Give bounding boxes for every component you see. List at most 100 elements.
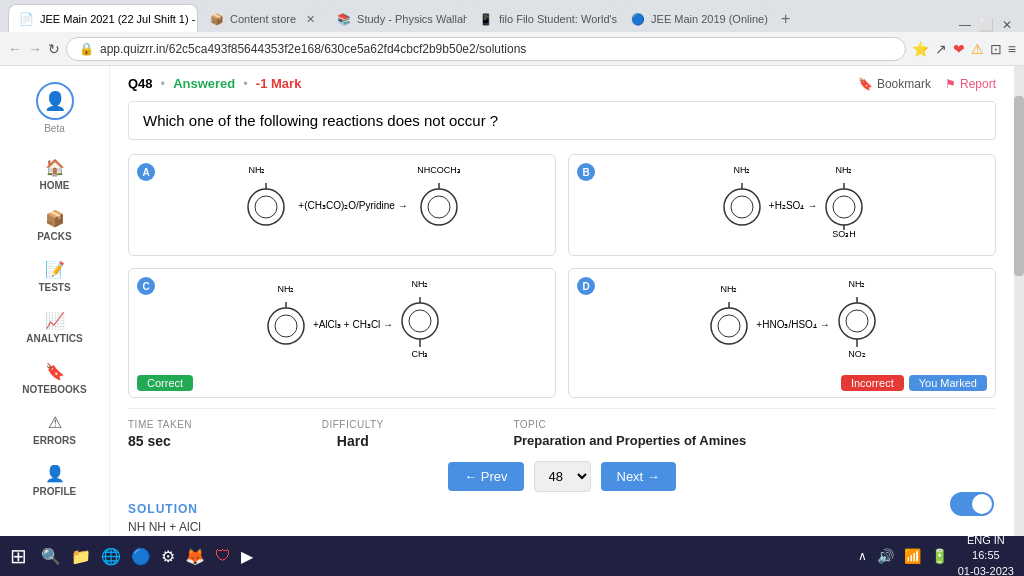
topic-value: Preparation and Properties of Amines	[513, 433, 746, 448]
option-b[interactable]: B NH₂ +H₂SO₄ → NH₂ SO₃H	[568, 154, 996, 256]
refresh-btn[interactable]: ↻	[48, 41, 60, 57]
svg-point-14	[833, 196, 855, 218]
speaker-icon[interactable]: 🔊	[877, 548, 894, 564]
scrollbar[interactable]	[1014, 66, 1024, 536]
tab-favicon-5: 🔵	[631, 13, 645, 26]
sidebar-item-home[interactable]: 🏠 HOME	[0, 150, 109, 199]
tab-close-2[interactable]: ✕	[306, 13, 315, 26]
svg-text:CH₃: CH₃	[412, 349, 429, 359]
youmarked-badge: You Marked	[909, 375, 987, 391]
tab-favicon: 📄	[19, 12, 34, 26]
options-grid: A NH₂ +(CH₃CO)₂O/Pyridine → NHCOCH₃	[128, 154, 996, 398]
sidebar-item-profile[interactable]: 👤 PROFILE	[0, 456, 109, 505]
tab-active[interactable]: 📄 JEE Main 2021 (22 Jul Shift 1) - C... …	[8, 4, 198, 32]
minimize-btn[interactable]: —	[959, 18, 971, 32]
share-icon[interactable]: ↗	[935, 41, 947, 57]
address-bar[interactable]: 🔒 app.quizrr.in/62c5ca493f85644353f2e168…	[66, 37, 906, 61]
sidebar-item-tests[interactable]: 📝 TESTS	[0, 252, 109, 301]
svg-text:NH₂: NH₂	[249, 165, 266, 175]
windows-btn[interactable]: ⊞	[10, 544, 27, 568]
bookmark-btn[interactable]: 🔖 Bookmark	[858, 77, 931, 91]
bookmark-star[interactable]: ⭐	[912, 41, 929, 57]
wifi-icon[interactable]: 📶	[904, 548, 921, 564]
chrome-taskbar-icon[interactable]: 🌐	[101, 547, 121, 566]
reagent-a: +(CH₃CO)₂O/Pyridine →	[298, 200, 407, 211]
edge-taskbar-icon[interactable]: 🔵	[131, 547, 151, 566]
sidebar: 👤 Beta 🏠 HOME 📦 PACKS 📝 TESTS 📈 ANALYTIC…	[0, 66, 110, 536]
minus-mark: -1 Mark	[256, 76, 302, 91]
app4-taskbar-icon[interactable]: ▶	[241, 547, 253, 566]
tab-label: JEE Main 2021 (22 Jul Shift 1) - C...	[40, 13, 198, 25]
option-c-label: C	[137, 277, 155, 295]
tab-favicon-2: 📦	[210, 13, 224, 26]
battery-icon[interactable]: 🔋	[931, 548, 948, 564]
sidebar-item-analytics[interactable]: 📈 ANALYTICS	[0, 303, 109, 352]
header-actions: 🔖 Bookmark ⚑ Report	[858, 77, 996, 91]
option-d[interactable]: D NH₂ +HNO₃/HSO₄ → NH₂ NO₂	[568, 268, 996, 398]
tab-favicon-4: 📱	[479, 13, 493, 26]
close-btn[interactable]: ✕	[1002, 18, 1012, 32]
option-c-content: NH₂ +AlCl₃ + CH₃Cl → NH₂ CH₃	[263, 279, 443, 369]
next-btn[interactable]: Next →	[601, 462, 676, 491]
menu-btn[interactable]: ≡	[1008, 41, 1016, 57]
svg-text:NH₂: NH₂	[848, 279, 865, 289]
option-a[interactable]: A NH₂ +(CH₃CO)₂O/Pyridine → NHCOCH₃	[128, 154, 556, 256]
file-taskbar-icon[interactable]: 📁	[71, 547, 91, 566]
url-text: app.quizrr.in/62c5ca493f85644353f2e168/6…	[100, 42, 526, 56]
question-header: Q48 • Answered • -1 Mark 🔖 Bookmark ⚑ Re…	[128, 76, 996, 91]
search-taskbar-icon[interactable]: 🔍	[41, 547, 61, 566]
back-btn[interactable]: ←	[8, 41, 22, 57]
option-c[interactable]: C NH₂ +AlCl₃ + CH₃Cl → NH₂ CH₃	[128, 268, 556, 398]
incorrect-badge: Incorrect	[841, 375, 904, 391]
app2-taskbar-icon[interactable]: 🦊	[185, 547, 205, 566]
tab-label-4: filo Filo Student: World's Only Live Ins…	[499, 13, 619, 25]
option-d-label: D	[577, 277, 595, 295]
sidebar-item-packs[interactable]: 📦 PACKS	[0, 201, 109, 250]
forward-btn[interactable]: →	[28, 41, 42, 57]
tab-filo[interactable]: 📱 filo Filo Student: World's Only Live I…	[469, 6, 619, 32]
option-d-content: NH₂ +HNO₃/HSO₄ → NH₂ NO₂	[706, 279, 879, 369]
benzene-a-reactant: NH₂	[239, 165, 294, 245]
benzene-c-reactant: NH₂	[263, 284, 309, 364]
eng-in: ENG IN	[958, 533, 1014, 548]
window-btn[interactable]: ⊡	[990, 41, 1002, 57]
tab-bar: 📄 JEE Main 2021 (22 Jul Shift 1) - C... …	[0, 0, 1024, 32]
topic-label: TOPIC	[513, 419, 996, 430]
page-select[interactable]: 48	[534, 461, 591, 492]
date: 01-03-2023	[958, 564, 1014, 576]
svg-point-20	[275, 315, 297, 337]
prev-btn[interactable]: ← Prev	[448, 462, 523, 491]
sidebar-logo: 👤 Beta	[36, 74, 74, 148]
option-b-label: B	[577, 163, 595, 181]
nav-controls: ← Prev 48 Next →	[128, 455, 996, 498]
report-btn[interactable]: ⚑ Report	[945, 77, 996, 91]
svg-point-10	[731, 196, 753, 218]
scrollbar-thumb[interactable]	[1014, 96, 1024, 276]
app1-taskbar-icon[interactable]: ⚙	[161, 547, 175, 566]
warning-icon[interactable]: ⚠	[971, 41, 984, 57]
benzene-d-reactant: NH₂	[706, 284, 752, 364]
benzene-c-product: NH₂ CH₃	[397, 279, 443, 369]
tab-content-store[interactable]: 📦 Content store ✕	[200, 6, 325, 32]
notebooks-label: NOTEBOOKS	[22, 384, 86, 395]
tab-physics-wallah[interactable]: 📚 Study - Physics Wallah ✕	[327, 6, 467, 32]
home-label: HOME	[40, 180, 70, 191]
new-tab-btn[interactable]: +	[773, 6, 798, 32]
option-a-content: NH₂ +(CH₃CO)₂O/Pyridine → NHCOCH₃	[239, 165, 466, 245]
svg-text:NHCOCH₃: NHCOCH₃	[417, 165, 461, 175]
heart-icon[interactable]: ❤	[953, 41, 965, 57]
tab-label-5: JEE Main 2019 (Online) 8th April Mor...	[651, 13, 771, 25]
svg-point-5	[421, 189, 457, 225]
app3-taskbar-icon[interactable]: 🛡	[215, 547, 231, 565]
sidebar-item-errors[interactable]: ⚠ ERRORS	[0, 405, 109, 454]
maximize-btn[interactable]: ⬜	[979, 18, 994, 32]
home-icon: 🏠	[45, 158, 65, 177]
tab-jee-2019[interactable]: 🔵 JEE Main 2019 (Online) 8th April Mor..…	[621, 6, 771, 32]
system-tray[interactable]: ∧	[858, 549, 867, 563]
toggle-switch[interactable]	[950, 492, 994, 516]
sidebar-item-notebooks[interactable]: 🔖 NOTEBOOKS	[0, 354, 109, 403]
difficulty-block: DIFFICULTY Hard	[232, 419, 473, 449]
browser-chrome: 📄 JEE Main 2021 (22 Jul Shift 1) - C... …	[0, 0, 1024, 66]
benzene-d-product: NH₂ NO₂	[834, 279, 880, 369]
content-area: Q48 • Answered • -1 Mark 🔖 Bookmark ⚑ Re…	[110, 66, 1014, 536]
